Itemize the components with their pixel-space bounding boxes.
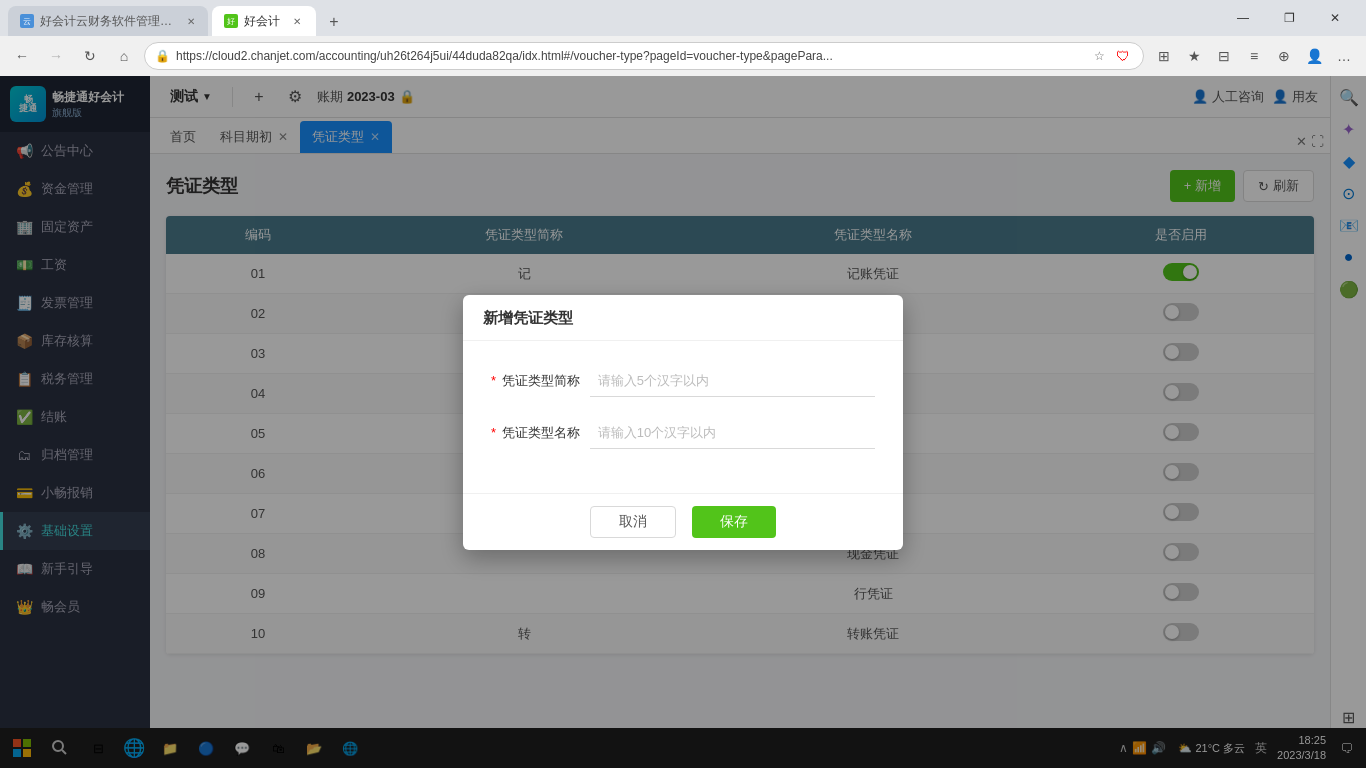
add-voucher-type-dialog: 新增凭证类型 * 凭证类型简称 * 凭证类型名称 取消 保存 [463, 295, 903, 550]
tab-favicon-1: 云 [20, 14, 34, 28]
browser-tab-1[interactable]: 云 好会计云财务软件管理系统_会计 ✕ [8, 6, 208, 36]
close-button[interactable]: ✕ [1312, 0, 1358, 36]
maximize-button[interactable]: ❐ [1266, 0, 1312, 36]
tab-favicon-2: 好 [224, 14, 238, 28]
form-row-short: * 凭证类型简称 [491, 365, 875, 397]
minimize-button[interactable]: — [1220, 0, 1266, 36]
home-button[interactable]: ⌂ [110, 42, 138, 70]
reading-list-icon[interactable]: ≡ [1240, 42, 1268, 70]
dialog-title: 新增凭证类型 [483, 309, 573, 328]
new-tab-button[interactable]: + [320, 8, 348, 36]
account-icon[interactable]: 👤 [1300, 42, 1328, 70]
form-label-short: * 凭证类型简称 [491, 372, 590, 390]
forward-button[interactable]: → [42, 42, 70, 70]
address-bar: ← → ↻ ⌂ 🔒 https://cloud2.chanjet.com/acc… [0, 36, 1366, 76]
tab-title-1: 好会计云财务软件管理系统_会计 [40, 13, 175, 30]
dialog-footer: 取消 保存 [463, 493, 903, 550]
dialog-header: 新增凭证类型 [463, 295, 903, 341]
required-marker-name: * [491, 425, 496, 440]
extensions-icon[interactable]: ⊞ [1150, 42, 1178, 70]
save-button[interactable]: 保存 [692, 506, 776, 538]
reading-view-icon[interactable]: ⊟ [1210, 42, 1238, 70]
browser-chrome: 云 好会计云财务软件管理系统_会计 ✕ 好 好会计 ✕ + — ❐ ✕ ← → … [0, 0, 1366, 76]
favorites-icon[interactable]: ☆ [1089, 46, 1109, 66]
dialog-overlay: 新增凭证类型 * 凭证类型简称 * 凭证类型名称 取消 保存 [0, 76, 1366, 768]
form-label-name: * 凭证类型名称 [491, 424, 590, 442]
browser-tab-2[interactable]: 好 好会计 ✕ [212, 6, 316, 36]
window-controls: — ❐ ✕ [1220, 0, 1358, 36]
field-name-label-text: 凭证类型名称 [502, 425, 580, 440]
dialog-body: * 凭证类型简称 * 凭证类型名称 [463, 341, 903, 493]
required-marker-short: * [491, 373, 496, 388]
field-short-input[interactable] [590, 365, 875, 397]
back-button[interactable]: ← [8, 42, 36, 70]
address-icons: ☆ 🛡 [1089, 46, 1133, 66]
browser-toolbar-right: ⊞ ★ ⊟ ≡ ⊕ 👤 … [1150, 42, 1358, 70]
url-text: https://cloud2.chanjet.com/accounting/uh… [176, 49, 1083, 63]
browser-tab-bar: 云 好会计云财务软件管理系统_会计 ✕ 好 好会计 ✕ + — ❐ ✕ [0, 0, 1366, 36]
collections-icon[interactable]: ⊕ [1270, 42, 1298, 70]
more-icon[interactable]: … [1330, 42, 1358, 70]
field-name-input[interactable] [590, 417, 875, 449]
tab-close-2[interactable]: ✕ [290, 14, 304, 28]
form-row-name: * 凭证类型名称 [491, 417, 875, 449]
reload-button[interactable]: ↻ [76, 42, 104, 70]
field-short-label-text: 凭证类型简称 [502, 373, 580, 388]
shield-icon[interactable]: 🛡 [1113, 46, 1133, 66]
cancel-button[interactable]: 取消 [590, 506, 676, 538]
address-input[interactable]: 🔒 https://cloud2.chanjet.com/accounting/… [144, 42, 1144, 70]
favorites-bar-icon[interactable]: ★ [1180, 42, 1208, 70]
tab-close-1[interactable]: ✕ [185, 14, 196, 28]
tab-title-2: 好会计 [244, 13, 280, 30]
